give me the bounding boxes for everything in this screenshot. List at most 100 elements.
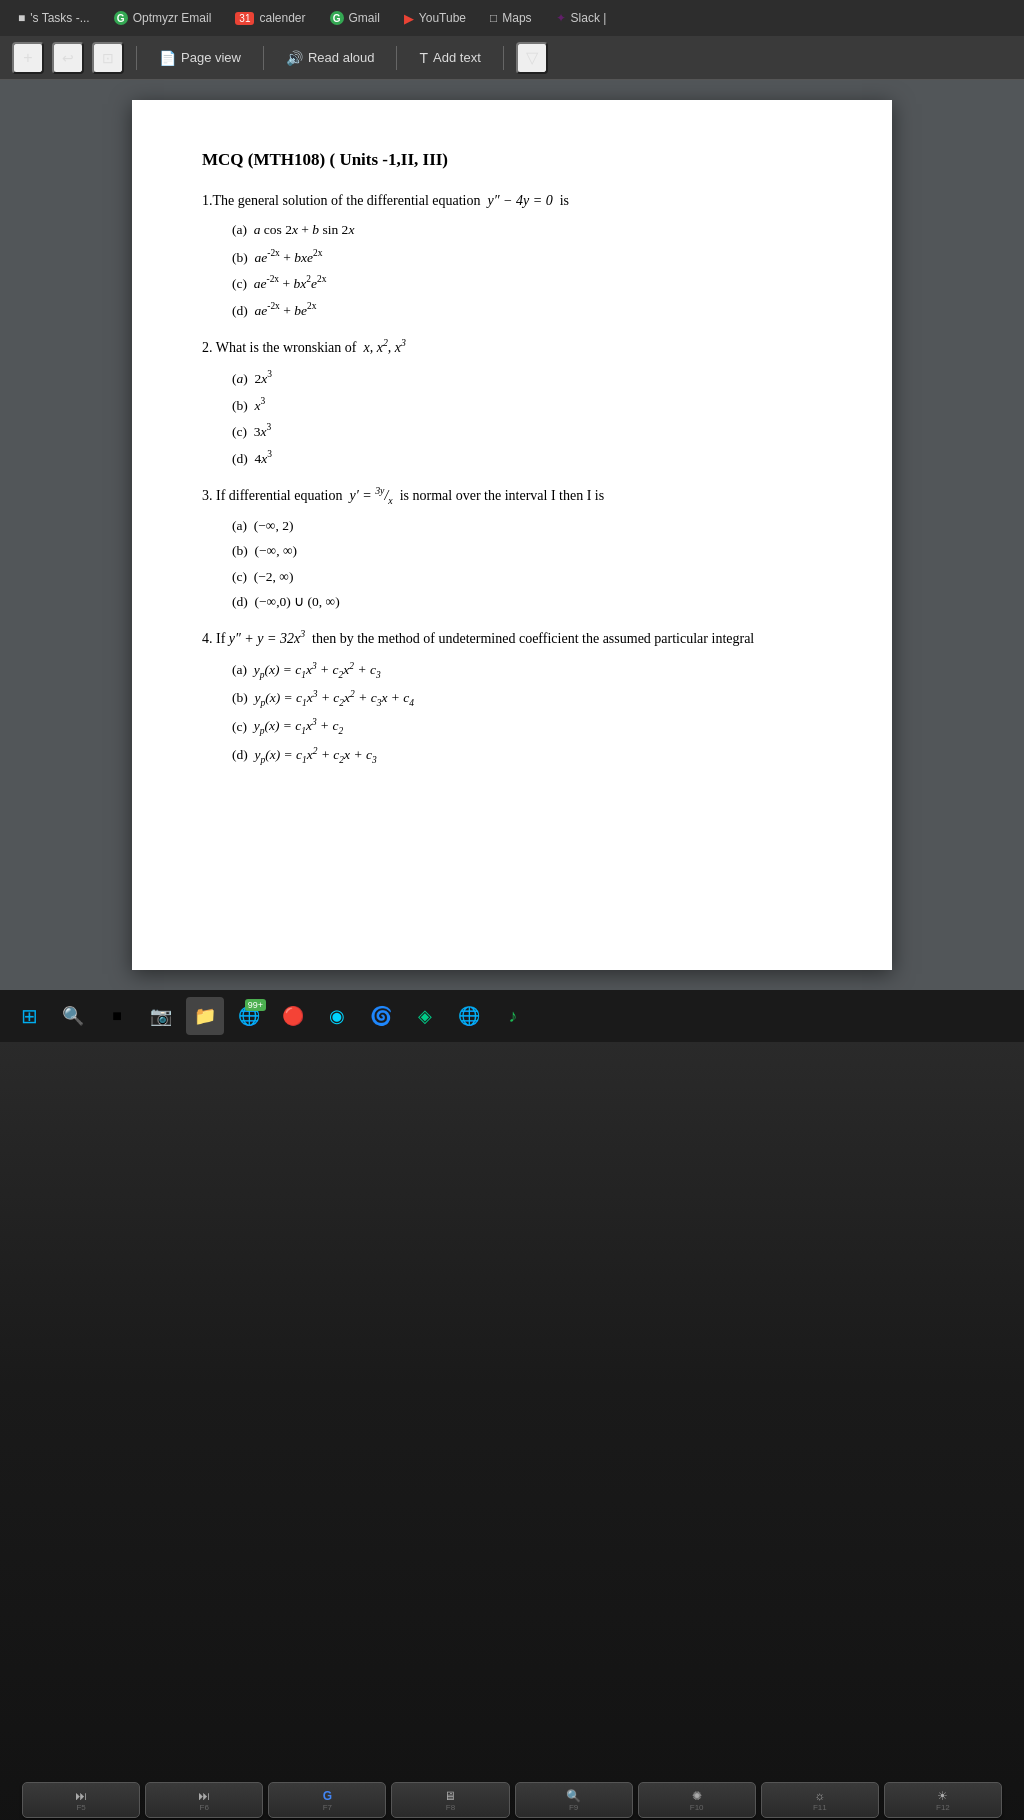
page-view-label: Page view <box>181 50 241 65</box>
tab-calendar[interactable]: 31 calender <box>225 3 315 33</box>
app3-button[interactable]: 🌀 <box>362 997 400 1035</box>
option-4a: (a) yp(x) = c1x3 + c2x2 + c3 <box>232 658 832 681</box>
tab-optmyzr[interactable]: G Optmyzr Email <box>104 3 222 33</box>
slack-icon: ✦ <box>556 11 566 25</box>
f7-label: F7 <box>323 1803 332 1812</box>
question-1-text: 1.The general solution of the differenti… <box>202 190 832 212</box>
option-4d: (d) yp(x) = c1x2 + c2x + c3 <box>232 743 832 766</box>
option-2a: (a) 2x3 <box>232 367 832 389</box>
key-f6[interactable]: ⏭ F6 <box>145 1782 263 1818</box>
page-view-button[interactable]: 📄 Page view <box>149 45 251 71</box>
app2-button[interactable]: ◉ <box>318 997 356 1035</box>
pdf-page: MCQ (MTH108) ( Units -1,II, III) 1.The g… <box>132 100 892 970</box>
key-f7[interactable]: G F7 <box>268 1782 386 1818</box>
box-icon: ⊡ <box>102 50 114 66</box>
key-f5[interactable]: ⏭ F5 <box>22 1782 140 1818</box>
tab-tasks-label: 's Tasks -... <box>30 11 89 25</box>
taskbar: ⊞ 🔍 ■ 📷 📁 🌐 99+ 🔴 ◉ 🌀 ◈ 🌐 ♪ <box>0 990 1024 1042</box>
key-f11[interactable]: ☼ F11 <box>761 1782 879 1818</box>
tab-gmail-label: Gmail <box>349 11 380 25</box>
question-3-text: 3. If differential equation y′ = 3y/x is… <box>202 483 832 508</box>
windows-icon: ⊞ <box>21 1004 38 1028</box>
spotify-button[interactable]: ♪ <box>494 997 532 1035</box>
tab-maps[interactable]: □ Maps <box>480 3 542 33</box>
chrome-icon: 🌐 <box>458 1005 480 1027</box>
windows-start-button[interactable]: ⊞ <box>10 997 48 1035</box>
page-view-icon: 📄 <box>159 50 176 66</box>
question-1-options: (a) a cos 2x + b sin 2x (b) ae-2x + bxe2… <box>202 220 832 321</box>
key-f12[interactable]: ☀ F12 <box>884 1782 1002 1818</box>
question-2: 2. What is the wronskian of x, x2, x3 (a… <box>202 335 832 469</box>
pdf-title: MCQ (MTH108) ( Units -1,II, III) <box>202 150 832 170</box>
question-3: 3. If differential equation y′ = 3y/x is… <box>202 483 832 612</box>
tab-gmail[interactable]: G Gmail <box>320 3 390 33</box>
taskview-icon: ■ <box>112 1007 122 1025</box>
option-1b: (b) ae-2x + bxe2x <box>232 246 832 268</box>
folder-button[interactable]: 📁 <box>186 997 224 1035</box>
search-taskbar-button[interactable]: 🔍 <box>54 997 92 1035</box>
option-2b: (b) x3 <box>232 394 832 416</box>
f11-label: F11 <box>813 1803 827 1812</box>
key-f9[interactable]: 🔍 F9 <box>515 1782 633 1818</box>
add-text-button[interactable]: T Add text <box>409 45 490 71</box>
option-4c: (c) yp(x) = c1x3 + c2 <box>232 715 832 738</box>
read-aloud-button[interactable]: 🔊 Read aloud <box>276 45 385 71</box>
taskview-button[interactable]: ■ <box>98 997 136 1035</box>
arrow-button[interactable]: ▽ <box>516 42 548 74</box>
add-text-icon: T <box>419 50 428 66</box>
tab-tasks[interactable]: ■ 's Tasks -... <box>8 3 100 33</box>
fn-key-row: ⏭ F5 ⏭ F6 G F7 🖥 F8 🔍 F9 ✺ F10 <box>22 1782 1002 1818</box>
read-aloud-label: Read aloud <box>308 50 375 65</box>
key-f8[interactable]: 🖥 F8 <box>391 1782 509 1818</box>
question-4-options: (a) yp(x) = c1x3 + c2x2 + c3 (b) yp(x) =… <box>202 658 832 766</box>
folder-icon: 📁 <box>194 1005 216 1027</box>
app3-icon: 🌀 <box>370 1005 392 1027</box>
separator-2 <box>263 46 264 70</box>
question-2-text: 2. What is the wronskian of x, x2, x3 <box>202 335 832 359</box>
add-button[interactable]: + <box>12 42 44 74</box>
f5-label: F5 <box>76 1803 85 1812</box>
spotify-icon: ♪ <box>509 1006 518 1027</box>
browser-button[interactable]: 🌐 99+ <box>230 997 268 1035</box>
app4-button[interactable]: ◈ <box>406 997 444 1035</box>
optmyzr-icon: G <box>114 11 128 25</box>
search-taskbar-icon: 🔍 <box>62 1005 84 1027</box>
tab-youtube-label: YouTube <box>419 11 466 25</box>
question-1: 1.The general solution of the differenti… <box>202 190 832 321</box>
separator-1 <box>136 46 137 70</box>
undo-icon: ↩ <box>62 50 74 66</box>
tab-slack[interactable]: ✦ Slack | <box>546 3 617 33</box>
badge-99: 99+ <box>245 999 266 1011</box>
chrome-button[interactable]: 🌐 <box>450 997 488 1035</box>
option-2d: (d) 4x3 <box>232 447 832 469</box>
app1-icon: 🔴 <box>282 1005 304 1027</box>
f11-symbol: ☼ <box>814 1789 825 1803</box>
plus-icon: + <box>23 49 32 67</box>
arrow-down-icon: ▽ <box>526 48 538 67</box>
option-3a: (a) (−∞, 2) <box>232 516 832 536</box>
option-4b: (b) yp(x) = c1x3 + c2x2 + c3x + c4 <box>232 686 832 709</box>
app1-button[interactable]: 🔴 <box>274 997 312 1035</box>
tab-youtube[interactable]: ▶ YouTube <box>394 3 476 33</box>
calendar-badge: 31 <box>235 12 254 25</box>
video-button[interactable]: 📷 <box>142 997 180 1035</box>
undo-button[interactable]: ↩ <box>52 42 84 74</box>
f12-label: F12 <box>936 1803 950 1812</box>
box-button[interactable]: ⊡ <box>92 42 124 74</box>
f6-label: F6 <box>200 1803 209 1812</box>
add-text-label: Add text <box>433 50 481 65</box>
key-f10[interactable]: ✺ F10 <box>638 1782 756 1818</box>
question-3-options: (a) (−∞, 2) (b) (−∞, ∞) (c) (−2, ∞) (d) … <box>202 516 832 612</box>
f6-symbol: ⏭ <box>198 1789 210 1803</box>
question-2-options: (a) 2x3 (b) x3 (c) 3x3 (d) 4x3 <box>202 367 832 469</box>
tab-slack-label: Slack | <box>571 11 607 25</box>
option-1c: (c) ae-2x + bx2e2x <box>232 272 832 294</box>
option-1a: (a) a cos 2x + b sin 2x <box>232 220 832 240</box>
f10-symbol: ✺ <box>692 1789 702 1803</box>
option-3d: (d) (−∞,0) ∪ (0, ∞) <box>232 592 832 612</box>
option-3c: (c) (−2, ∞) <box>232 567 832 587</box>
f7-symbol: G <box>323 1789 332 1803</box>
toolbar: + ↩ ⊡ 📄 Page view 🔊 Read aloud T Add tex… <box>0 36 1024 80</box>
option-2c: (c) 3x3 <box>232 420 832 442</box>
f9-label: F9 <box>569 1803 578 1812</box>
